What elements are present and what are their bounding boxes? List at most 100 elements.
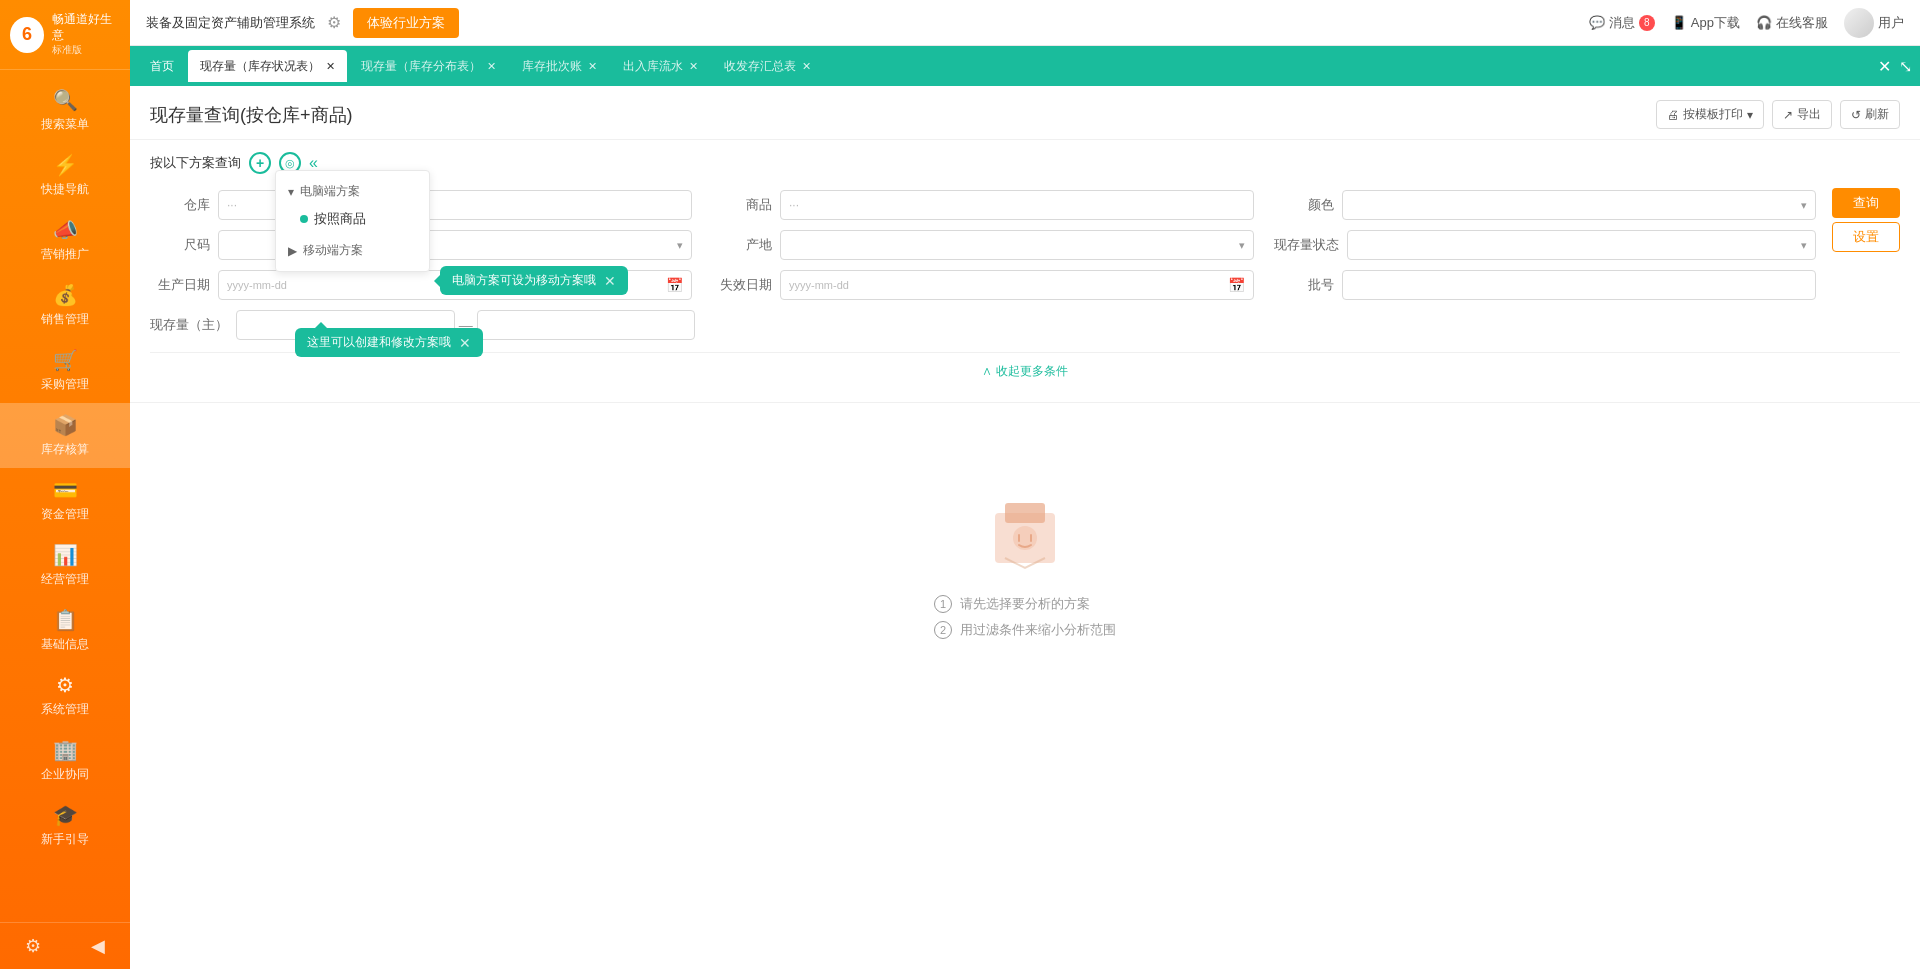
- basic-icon: 📋: [53, 608, 78, 632]
- produce-date-calendar-icon: 📅: [666, 277, 683, 293]
- color-select[interactable]: ▾: [1342, 190, 1816, 220]
- message-item[interactable]: 💬 消息 8: [1589, 14, 1655, 32]
- tabs-actions: ✕ ⤡: [1878, 57, 1912, 76]
- tab-close-batch-account[interactable]: ✕: [588, 60, 597, 73]
- headset-icon: 🎧: [1756, 15, 1772, 30]
- sidebar-item-inventory[interactable]: 📦 库存核算: [0, 403, 130, 468]
- origin-label: 产地: [712, 236, 772, 254]
- sidebar: 6 畅通道好生意 标准版 🔍 搜索菜单 ⚡ 快捷导航 📣 营销推广 💰 销售管理…: [0, 0, 130, 969]
- app-download-item[interactable]: 📱 App下载: [1671, 14, 1740, 32]
- tab-close-inout-flow[interactable]: ✕: [689, 60, 698, 73]
- filter-label: 按以下方案查询: [150, 154, 241, 172]
- goods-label: 商品: [712, 196, 772, 214]
- sidebar-item-operation[interactable]: 📊 经营管理: [0, 533, 130, 598]
- scheme-mobile-arrow: ▶: [288, 244, 297, 258]
- empty-state: 1 请先选择要分析的方案 2 用过滤条件来缩小分析范围: [130, 403, 1920, 719]
- operation-icon: 📊: [53, 543, 78, 567]
- sidebar-item-purchase[interactable]: 🛒 采购管理: [0, 338, 130, 403]
- tooltip1-close[interactable]: ✕: [604, 273, 616, 289]
- expire-date-label: 失效日期: [712, 276, 772, 294]
- tab-expand-btn[interactable]: ⤡: [1899, 57, 1912, 76]
- sidebar-nav: 🔍 搜索菜单 ⚡ 快捷导航 📣 营销推广 💰 销售管理 🛒 采购管理 📦 库存核…: [0, 70, 130, 922]
- filter-add-btn[interactable]: +: [249, 152, 271, 174]
- size-label: 尺码: [150, 236, 210, 254]
- reset-btn[interactable]: 设置: [1832, 222, 1900, 252]
- trial-btn[interactable]: 体验行业方案: [353, 8, 459, 38]
- tab-batch-account[interactable]: 库存批次账 ✕: [510, 50, 609, 82]
- filter-row-stock-status: 现存量状态 ▾: [1274, 230, 1816, 260]
- sidebar-item-finance[interactable]: 💳 资金管理: [0, 468, 130, 533]
- logo-text: 畅通道好生意 标准版: [52, 12, 120, 57]
- tab-receive-summary[interactable]: 收发存汇总表 ✕: [712, 50, 823, 82]
- origin-select[interactable]: ▾: [780, 230, 1254, 260]
- color-dropdown-icon: ▾: [1801, 199, 1807, 212]
- search-btn-group: 查询 设置: [1832, 188, 1900, 252]
- filter-row-color: 颜色 ▾: [1274, 190, 1816, 220]
- user-item[interactable]: 用户: [1844, 8, 1904, 38]
- header: 装备及固定资产辅助管理系统 ⚙ 体验行业方案 💬 消息 8 📱 App下载 🎧 …: [130, 0, 1920, 46]
- sidebar-item-guide[interactable]: 🎓 新手引导: [0, 793, 130, 858]
- tooltip2-close[interactable]: ✕: [459, 335, 471, 351]
- color-label: 颜色: [1274, 196, 1334, 214]
- batch-no-input[interactable]: [1342, 270, 1816, 300]
- empty-step-1: 1 请先选择要分析的方案: [934, 595, 1116, 613]
- finance-icon: 💳: [53, 478, 78, 502]
- filter-grid-3: 生产日期 yyyy-mm-dd 📅 失效日期 yyyy-mm-dd 📅: [150, 270, 1816, 300]
- sidebar-item-marketing[interactable]: 📣 营销推广: [0, 208, 130, 273]
- export-btn[interactable]: ↗ 导出: [1772, 100, 1832, 129]
- search-btn[interactable]: 查询: [1832, 188, 1900, 218]
- filter-header: 按以下方案查询 + ◎ « ▾ 电脑端方案 按照商品 ▶: [150, 152, 1900, 174]
- tab-close-inventory-status[interactable]: ✕: [326, 60, 335, 73]
- origin-dropdown-icon: ▾: [1239, 239, 1245, 252]
- tab-inout-flow[interactable]: 出入库流水 ✕: [611, 50, 710, 82]
- online-service-item[interactable]: 🎧 在线客服: [1756, 14, 1828, 32]
- stock-status-dropdown-icon: ▾: [1801, 239, 1807, 252]
- page-header: 现存量查询(按仓库+商品) 🖨 按模板打印 ▾ ↗ 导出 ↺ 刷新: [130, 86, 1920, 140]
- sidebar-bottom: ⚙ ◀: [0, 922, 130, 969]
- tab-inventory-status[interactable]: 现存量（库存状况表） ✕: [188, 50, 347, 82]
- filter-row-batch-no: 批号: [1274, 270, 1816, 300]
- tab-inventory-dist[interactable]: 现存量（库存分布表） ✕: [349, 50, 508, 82]
- collapse-bar[interactable]: ∧ 收起更多条件: [150, 352, 1900, 390]
- guide-icon: 🎓: [53, 803, 78, 827]
- message-badge: 8: [1639, 15, 1655, 31]
- sales-icon: 💰: [53, 283, 78, 307]
- tooltip-create-scheme: 这里可以创建和修改方案哦 ✕: [295, 328, 483, 357]
- sidebar-item-sales[interactable]: 💰 销售管理: [0, 273, 130, 338]
- sidebar-item-search[interactable]: 🔍 搜索菜单: [0, 78, 130, 143]
- sidebar-collapse-btn[interactable]: ◀: [91, 935, 105, 957]
- step-num-2: 2: [934, 621, 952, 639]
- empty-steps: 1 请先选择要分析的方案 2 用过滤条件来缩小分析范围: [934, 595, 1116, 639]
- refresh-btn[interactable]: ↺ 刷新: [1840, 100, 1900, 129]
- tab-close-all-btn[interactable]: ✕: [1878, 57, 1891, 76]
- filter-area: 按以下方案查询 + ◎ « ▾ 电脑端方案 按照商品 ▶: [130, 140, 1920, 403]
- filter-row-origin: 产地 ▾: [712, 230, 1254, 260]
- marketing-icon: 📣: [53, 218, 78, 242]
- size-dropdown-icon: ▾: [677, 239, 683, 252]
- empty-icon: [975, 483, 1075, 583]
- tab-close-receive-summary[interactable]: ✕: [802, 60, 811, 73]
- produce-date-label: 生产日期: [150, 276, 210, 294]
- scheme-indicator: [300, 215, 308, 223]
- sidebar-item-quick[interactable]: ⚡ 快捷导航: [0, 143, 130, 208]
- stock-qty-max[interactable]: [477, 310, 696, 340]
- sidebar-item-basic[interactable]: 📋 基础信息: [0, 598, 130, 663]
- quick-icon: ⚡: [53, 153, 78, 177]
- sidebar-item-system[interactable]: ⚙ 系统管理: [0, 663, 130, 728]
- system-name: 装备及固定资产辅助管理系统: [146, 14, 315, 32]
- page-actions: 🖨 按模板打印 ▾ ↗ 导出 ↺ 刷新: [1656, 100, 1900, 129]
- phone-icon: 📱: [1671, 15, 1687, 30]
- tab-close-inventory-dist[interactable]: ✕: [487, 60, 496, 73]
- batch-no-label: 批号: [1274, 276, 1334, 294]
- stock-status-select[interactable]: ▾: [1347, 230, 1816, 260]
- scheme-desktop-item[interactable]: 按照商品: [276, 204, 429, 234]
- tab-home[interactable]: 首页: [138, 50, 186, 82]
- empty-step-2: 2 用过滤条件来缩小分析范围: [934, 621, 1116, 639]
- sidebar-item-enterprise[interactable]: 🏢 企业协同: [0, 728, 130, 793]
- sidebar-settings-btn[interactable]: ⚙: [25, 935, 41, 957]
- header-gear-icon[interactable]: ⚙: [327, 13, 341, 32]
- main-content: 现存量查询(按仓库+商品) 🖨 按模板打印 ▾ ↗ 导出 ↺ 刷新: [130, 86, 1920, 969]
- goods-input[interactable]: ···: [780, 190, 1254, 220]
- expire-date-input[interactable]: yyyy-mm-dd 📅: [780, 270, 1254, 300]
- print-btn[interactable]: 🖨 按模板打印 ▾: [1656, 100, 1764, 129]
